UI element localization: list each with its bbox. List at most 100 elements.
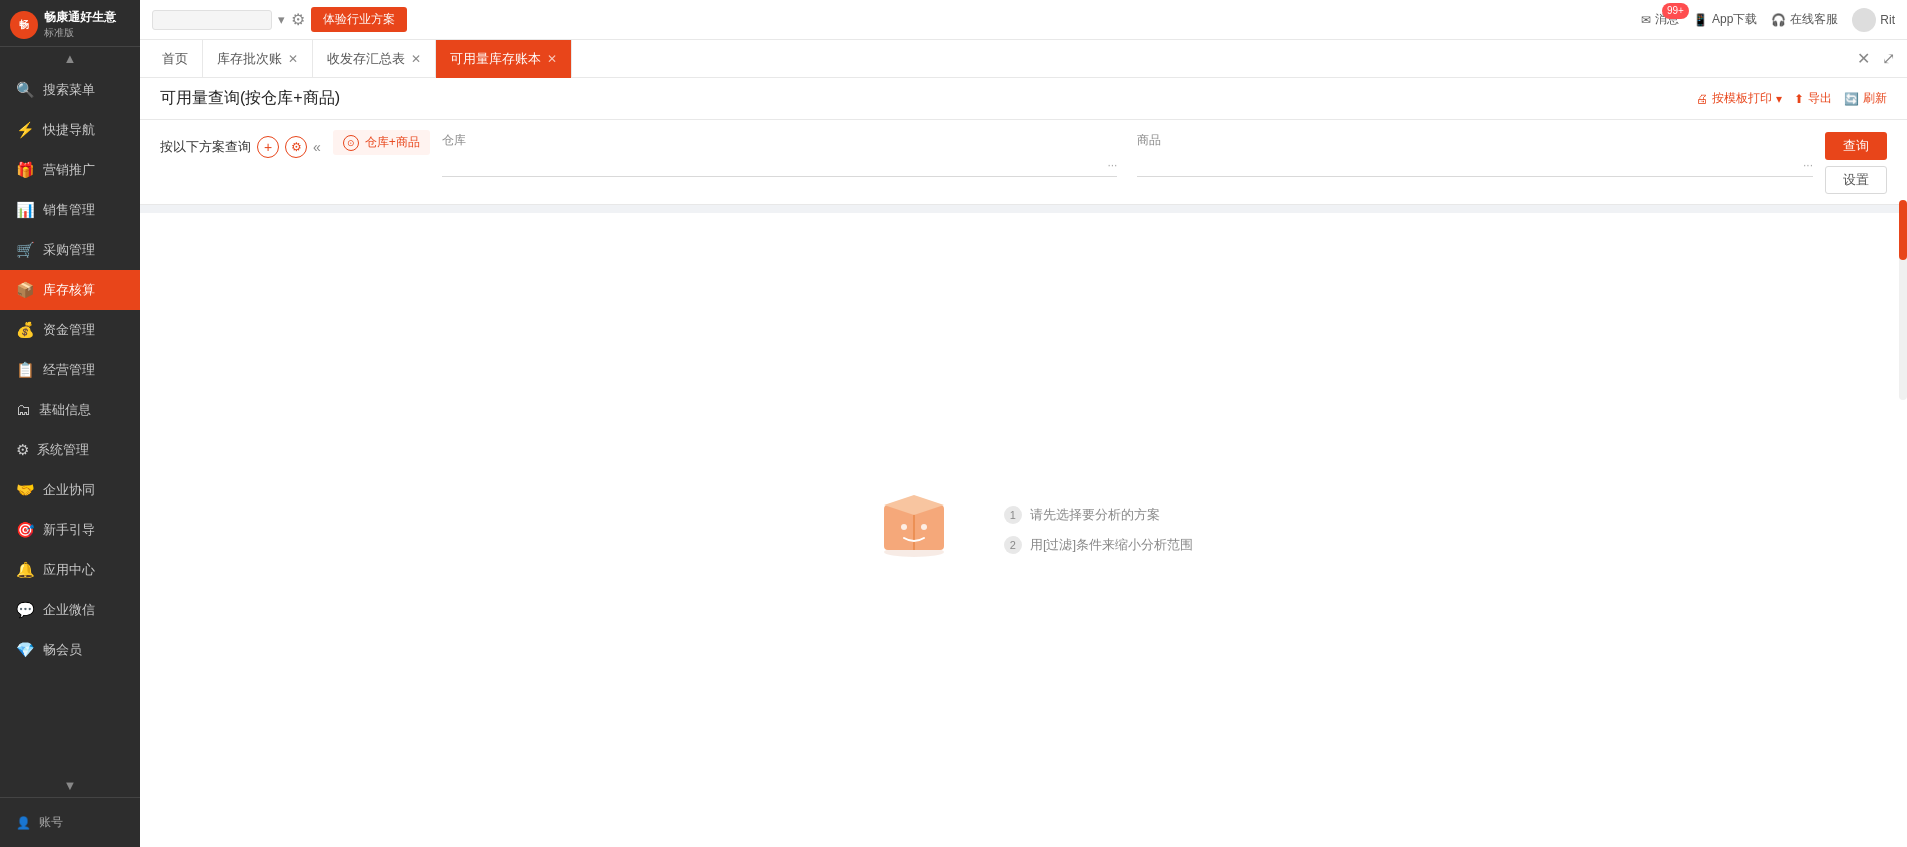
goods-input[interactable]	[1137, 157, 1797, 172]
filter-scheme-warehouse-goods[interactable]: ⊙ 仓库+商品	[333, 130, 430, 155]
sidebar-item-quick-nav[interactable]: ⚡ 快捷导航	[0, 110, 140, 150]
page-title: 可用量查询(按仓库+商品)	[160, 88, 340, 109]
tab-collection-summary-close[interactable]: ✕	[411, 53, 421, 65]
print-dropdown-icon[interactable]: ▾	[1776, 92, 1782, 106]
tab-bar: 首页 库存批次账 ✕ 收发存汇总表 ✕ 可用量库存账本 ✕ ✕ ⤢	[140, 40, 1907, 78]
filter-add-button[interactable]: +	[257, 136, 279, 158]
page-header: 可用量查询(按仓库+商品) 🖨 按模板打印 ▾ ⬆ 导出 🔄 刷新	[140, 78, 1907, 120]
sidebar-nav: 🔍 搜索菜单 ⚡ 快捷导航 🎁 营销推广 📊 销售管理 🛒 采购管理 📦 库存核…	[0, 70, 140, 774]
tab-collection-summary-label: 收发存汇总表	[327, 50, 405, 68]
tab-batch-ledger[interactable]: 库存批次账 ✕	[203, 40, 313, 78]
app-title: 畅康通好生意	[44, 10, 116, 26]
search-icon: 🔍	[16, 81, 35, 99]
tab-home[interactable]: 首页	[148, 40, 203, 78]
app-logo: 畅	[10, 11, 38, 39]
operation-icon: 📋	[16, 361, 35, 379]
app-download-button[interactable]: 📱 App下载	[1693, 11, 1757, 28]
sidebar-scroll-down[interactable]: ▼	[0, 774, 140, 797]
filter-scheme-list: ⊙ 仓库+商品	[333, 130, 430, 155]
warehouse-more-button[interactable]: ···	[1107, 158, 1117, 172]
print-icon: 🖨	[1696, 92, 1708, 106]
sidebar-item-guide[interactable]: 🎯 新手引导	[0, 510, 140, 550]
sidebar-item-basic[interactable]: 🗂 基础信息	[0, 390, 140, 430]
sidebar-scroll-up[interactable]: ▲	[0, 47, 140, 70]
tab-batch-ledger-close[interactable]: ✕	[288, 53, 298, 65]
svg-point-5	[921, 524, 927, 530]
empty-svg-icon	[869, 470, 959, 560]
online-service-button[interactable]: 🎧 在线客服	[1771, 11, 1838, 28]
basic-icon: 🗂	[16, 401, 31, 418]
export-button[interactable]: ⬆ 导出	[1794, 90, 1832, 107]
sidebar-item-search[interactable]: 🔍 搜索菜单	[0, 70, 140, 110]
svg-point-4	[901, 524, 907, 530]
filter-bar: 按以下方案查询 + ⚙ « ⊙ 仓库+商品 仓库 ···	[140, 120, 1907, 205]
breadcrumb-input[interactable]	[152, 10, 272, 30]
refresh-icon: 🔄	[1844, 92, 1859, 106]
gear-icon[interactable]: ⚙	[291, 10, 305, 29]
goods-more-button[interactable]: ···	[1803, 158, 1813, 172]
header-left: ▾ ⚙ 体验行业方案	[152, 7, 1633, 32]
sidebar-item-sales[interactable]: 📊 销售管理	[0, 190, 140, 230]
goods-field-input: ···	[1137, 153, 1813, 177]
expand-tab-button[interactable]: ⤢	[1878, 49, 1899, 68]
message-button[interactable]: ✉ 消息 99+	[1641, 11, 1679, 28]
sidebar-item-finance[interactable]: 💰 资金管理	[0, 310, 140, 350]
sidebar-item-system[interactable]: ⚙ 系统管理	[0, 430, 140, 470]
query-button[interactable]: 查询	[1825, 132, 1887, 160]
purchase-icon: 🛒	[16, 241, 35, 259]
vip-icon: 💎	[16, 641, 35, 659]
sidebar-item-app-center[interactable]: 🔔 应用中心	[0, 550, 140, 590]
headset-icon: 🎧	[1771, 13, 1786, 27]
sidebar-item-enterprise[interactable]: 🤝 企业协同	[0, 470, 140, 510]
trial-button[interactable]: 体验行业方案	[311, 7, 407, 32]
content-area: 可用量查询(按仓库+商品) 🖨 按模板打印 ▾ ⬆ 导出 🔄 刷新	[140, 78, 1907, 847]
tab-available-ledger[interactable]: 可用量库存账本 ✕	[436, 40, 572, 78]
vertical-scrollbar[interactable]	[1899, 200, 1907, 400]
filter-settings-button[interactable]: ⚙	[285, 136, 307, 158]
tab-collection-summary[interactable]: 收发存汇总表 ✕	[313, 40, 436, 78]
top-header: ▾ ⚙ 体验行业方案 ✉ 消息 99+ 📱 App下载 🎧 在线客服 Rit	[140, 0, 1907, 40]
tab-available-ledger-close[interactable]: ✕	[547, 53, 557, 65]
filter-section-label: 按以下方案查询	[160, 138, 251, 156]
warehouse-field-input: ···	[442, 153, 1118, 177]
user-name[interactable]: Rit	[1880, 13, 1895, 27]
sidebar-item-marketing[interactable]: 🎁 营销推广	[0, 150, 140, 190]
filter-field-warehouse: 仓库 ···	[442, 132, 1118, 177]
wechat-icon: 💬	[16, 601, 35, 619]
sales-icon: 📊	[16, 201, 35, 219]
empty-illustration	[854, 470, 974, 590]
tab-end-buttons: ✕ ⤢	[1853, 49, 1899, 68]
sidebar-item-operation[interactable]: 📋 经营管理	[0, 350, 140, 390]
empty-hint-2: 2 用[过滤]条件来缩小分析范围	[1004, 536, 1193, 554]
tab-batch-ledger-label: 库存批次账	[217, 50, 282, 68]
filter-collapse-button[interactable]: «	[313, 139, 321, 155]
tab-home-label: 首页	[162, 50, 188, 68]
sidebar-item-wechat[interactable]: 💬 企业微信	[0, 590, 140, 630]
close-tab-button[interactable]: ✕	[1853, 49, 1874, 68]
scrollbar-thumb[interactable]	[1899, 200, 1907, 260]
sidebar-bottom-item[interactable]: 👤 账号	[0, 806, 140, 839]
print-button[interactable]: 🖨 按模板打印 ▾	[1696, 90, 1782, 107]
chevron-down-icon[interactable]: ▾	[278, 12, 285, 27]
sidebar-item-vip[interactable]: 💎 畅会员	[0, 630, 140, 670]
sidebar-header: 畅 畅康通好生意 标准版	[0, 0, 140, 47]
empty-state: 1 请先选择要分析的方案 2 用[过滤]条件来缩小分析范围	[140, 213, 1907, 847]
empty-hint-1-num: 1	[1004, 506, 1022, 524]
user-profile-button[interactable]: Rit	[1852, 8, 1895, 32]
empty-text: 1 请先选择要分析的方案 2 用[过滤]条件来缩小分析范围	[1004, 506, 1193, 554]
export-icon: ⬆	[1794, 92, 1804, 106]
sidebar-item-inventory[interactable]: 📦 库存核算	[0, 270, 140, 310]
header-right: ✉ 消息 99+ 📱 App下载 🎧 在线客服 Rit	[1641, 8, 1895, 32]
empty-hint-1: 1 请先选择要分析的方案	[1004, 506, 1193, 524]
message-badge: 99+	[1662, 3, 1689, 19]
filter-field-goods: 商品 ···	[1137, 132, 1813, 177]
warehouse-field-label: 仓库	[442, 132, 1118, 149]
settings-button[interactable]: 设置	[1825, 166, 1887, 194]
marketing-icon: 🎁	[16, 161, 35, 179]
warehouse-input[interactable]	[442, 157, 1102, 172]
avatar	[1852, 8, 1876, 32]
refresh-button[interactable]: 🔄 刷新	[1844, 90, 1887, 107]
sidebar-item-purchase[interactable]: 🛒 采购管理	[0, 230, 140, 270]
system-icon: ⚙	[16, 441, 29, 459]
quick-nav-icon: ⚡	[16, 121, 35, 139]
